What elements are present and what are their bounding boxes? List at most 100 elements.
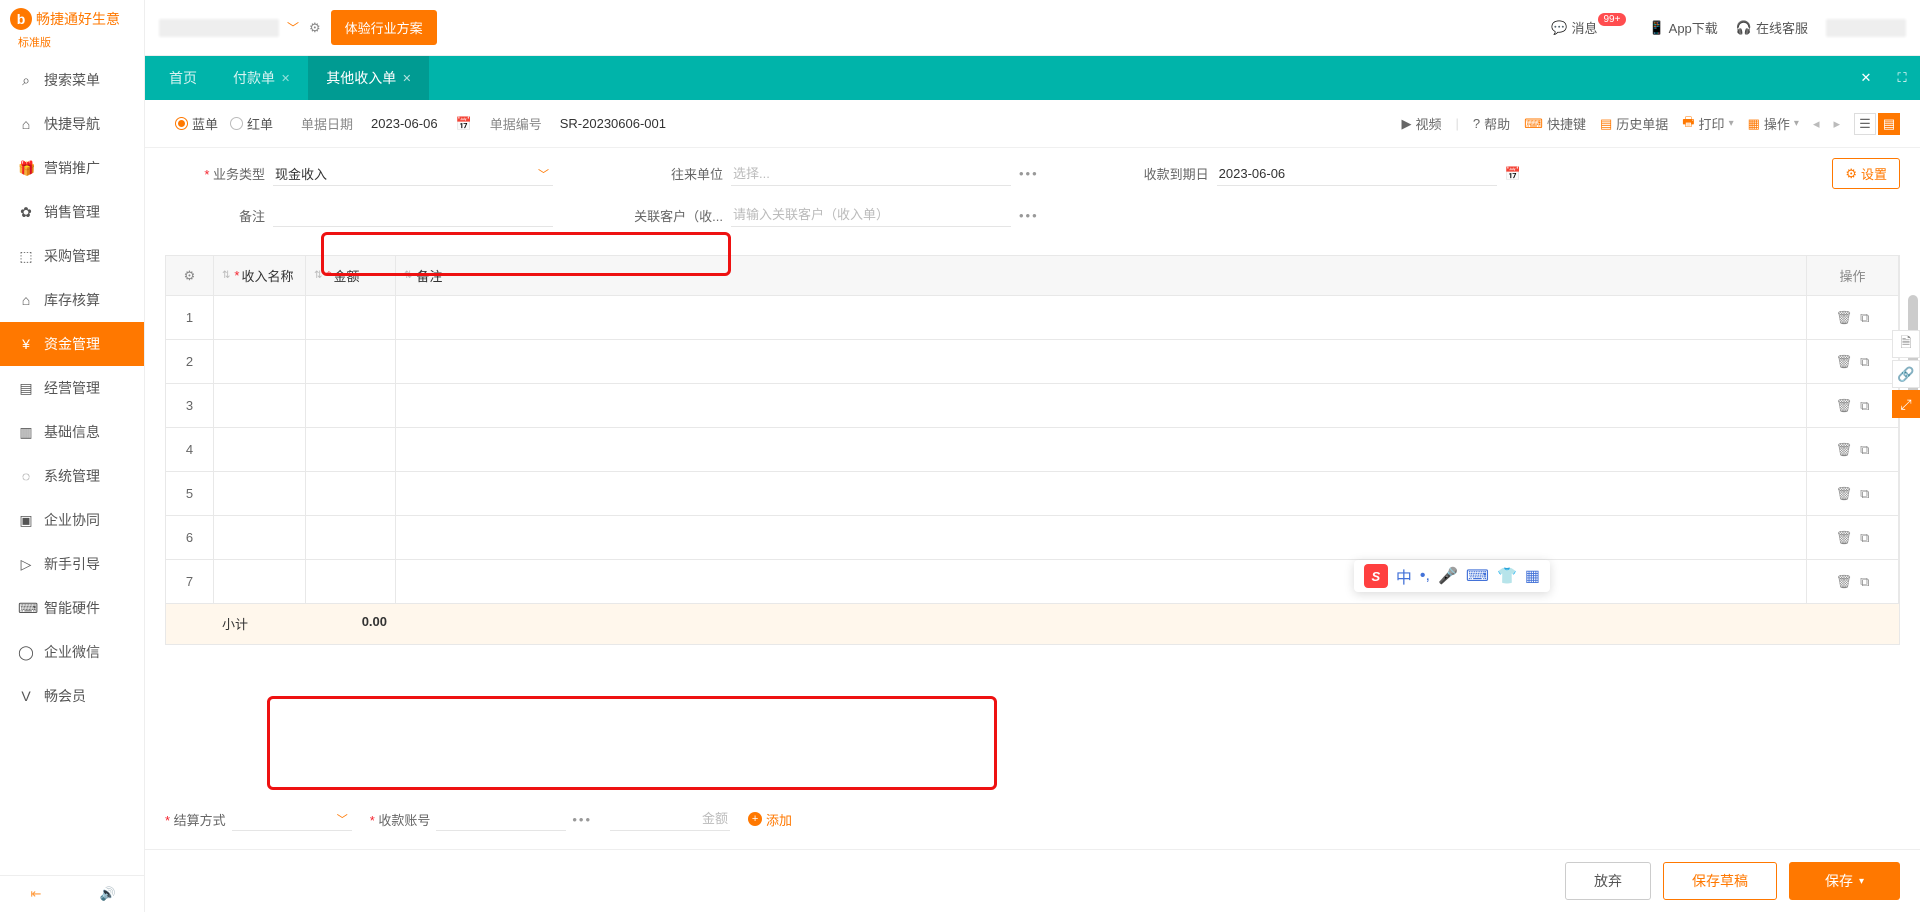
gear-icon[interactable]: ⚙ — [309, 20, 321, 36]
history-link[interactable]: ▤历史单据 — [1600, 114, 1668, 133]
shortcut-link[interactable]: ⌨快捷键 — [1524, 114, 1586, 133]
doc-date-value[interactable]: 2023-06-06 — [371, 116, 438, 131]
cell-name[interactable] — [214, 340, 306, 383]
save-draft-button[interactable]: 保存草稿 — [1663, 862, 1777, 900]
copy-icon[interactable]: ⧉ — [1860, 398, 1869, 414]
close-icon[interactable]: ✕ — [281, 72, 290, 85]
table-row[interactable]: 4🗑⧉ — [166, 428, 1899, 472]
copy-icon[interactable]: ⧉ — [1860, 530, 1869, 546]
delete-icon[interactable]: 🗑 — [1836, 442, 1853, 458]
chevron-down-icon[interactable]: ﹀ — [337, 811, 348, 827]
prev-icon[interactable]: ◂ — [1813, 116, 1820, 132]
cell-remark[interactable] — [396, 296, 1807, 339]
note-icon[interactable]: 🗎 — [1892, 330, 1920, 358]
cell-remark[interactable] — [396, 428, 1807, 471]
cell-remark[interactable] — [396, 472, 1807, 515]
settle-amt-input[interactable] — [610, 807, 730, 831]
copy-icon[interactable]: ⧉ — [1860, 442, 1869, 458]
messages-link[interactable]: 💬 消息 99+ — [1551, 18, 1630, 37]
cell-amount[interactable] — [306, 472, 396, 515]
delete-icon[interactable]: 🗑 — [1836, 486, 1853, 502]
cell-amount[interactable] — [306, 516, 396, 559]
delete-icon[interactable]: 🗑 — [1836, 310, 1853, 326]
delete-icon[interactable]: 🗑 — [1836, 398, 1853, 414]
close-icon[interactable]: ✕ — [402, 72, 411, 85]
settle-acct-input[interactable] — [436, 807, 566, 831]
more-icon[interactable]: ••• — [572, 812, 592, 827]
remark-input[interactable] — [273, 203, 553, 227]
sidebar-item-9[interactable]: ◌系统管理 — [0, 454, 144, 498]
add-settle-button[interactable]: + 添加 — [748, 810, 792, 829]
tab-0[interactable]: 首页 — [151, 56, 215, 100]
view-form-icon[interactable]: ▤ — [1878, 113, 1900, 135]
service-link[interactable]: 🎧 在线客服 — [1736, 18, 1808, 37]
cell-name[interactable] — [214, 384, 306, 427]
sidebar-item-12[interactable]: ⌨智能硬件 — [0, 586, 144, 630]
cell-name[interactable] — [214, 516, 306, 559]
sidebar-item-0[interactable]: ⌕搜索菜单 — [0, 58, 144, 102]
sidebar-item-8[interactable]: ▥基础信息 — [0, 410, 144, 454]
copy-icon[interactable]: ⧉ — [1860, 310, 1869, 326]
table-row[interactable]: 7🗑⧉ — [166, 560, 1899, 604]
cell-remark[interactable] — [396, 384, 1807, 427]
tab-close-all-icon[interactable]: ✕ — [1848, 56, 1884, 100]
cell-amount[interactable] — [306, 384, 396, 427]
col-name[interactable]: ⇅*收入名称 — [214, 256, 306, 295]
cell-amount[interactable] — [306, 560, 396, 603]
sidebar-item-1[interactable]: ⌂快捷导航 — [0, 102, 144, 146]
cell-amount[interactable] — [306, 428, 396, 471]
calendar-icon[interactable]: 📅 — [1505, 166, 1521, 182]
cell-remark[interactable] — [396, 560, 1807, 603]
account-select[interactable]: ﹀ — [159, 19, 299, 37]
link-icon[interactable]: 🔗 — [1892, 360, 1920, 388]
sidebar-sound-icon[interactable]: 🔊 — [72, 876, 144, 912]
help-link[interactable]: ?帮助 — [1473, 114, 1510, 133]
col-remark[interactable]: ⇅备注 — [396, 256, 1807, 295]
ime-skin-icon[interactable]: 👕 — [1497, 566, 1517, 586]
biztype-input[interactable] — [273, 162, 553, 186]
discard-button[interactable]: 放弃 — [1565, 862, 1651, 900]
more-icon[interactable]: ••• — [1019, 166, 1039, 181]
cell-name[interactable] — [214, 560, 306, 603]
cell-amount[interactable] — [306, 296, 396, 339]
delete-icon[interactable]: 🗑 — [1836, 530, 1853, 546]
cell-remark[interactable] — [396, 516, 1807, 559]
ime-keyboard-icon[interactable]: ⌨ — [1466, 566, 1489, 586]
relcust-input[interactable] — [731, 203, 1011, 227]
ime-mic-icon[interactable]: 🎤 — [1438, 566, 1458, 586]
ime-toolbox-icon[interactable]: ▦ — [1525, 566, 1540, 586]
ime-lang[interactable]: 中 — [1396, 564, 1412, 588]
delete-icon[interactable]: 🗑 — [1836, 354, 1853, 370]
cell-name[interactable] — [214, 472, 306, 515]
next-icon[interactable]: ▸ — [1833, 116, 1840, 132]
radio-blue[interactable]: 蓝单 — [175, 114, 218, 133]
table-row[interactable]: 1🗑⧉ — [166, 296, 1899, 340]
tab-2[interactable]: 其他收入单✕ — [308, 56, 429, 100]
ime-punct-icon[interactable]: •, — [1420, 567, 1430, 585]
sidebar-item-14[interactable]: V畅会员 — [0, 674, 144, 718]
cell-remark[interactable] — [396, 340, 1807, 383]
party-input[interactable] — [731, 162, 1011, 186]
view-list-icon[interactable]: ☰ — [1854, 113, 1876, 135]
sidebar-item-6[interactable]: ¥资金管理 — [0, 322, 144, 366]
chevron-down-icon[interactable]: ﹀ — [538, 166, 549, 182]
video-link[interactable]: ▶视频 — [1402, 114, 1442, 133]
ime-toolbar[interactable]: S 中 •, 🎤 ⌨ 👕 ▦ — [1354, 560, 1550, 592]
sidebar-item-3[interactable]: ✿销售管理 — [0, 190, 144, 234]
avatar[interactable] — [1826, 19, 1906, 37]
radio-red[interactable]: 红单 — [230, 114, 273, 133]
settings-button[interactable]: ⚙ 设置 — [1832, 158, 1900, 189]
table-row[interactable]: 6🗑⧉ — [166, 516, 1899, 560]
copy-icon[interactable]: ⧉ — [1860, 354, 1869, 370]
sidebar-item-4[interactable]: ⬚采购管理 — [0, 234, 144, 278]
sidebar-item-11[interactable]: ▷新手引导 — [0, 542, 144, 586]
expand-icon[interactable]: ⤢ — [1892, 390, 1920, 418]
tab-expand-icon[interactable]: ⛶ — [1884, 56, 1920, 100]
delete-icon[interactable]: 🗑 — [1836, 574, 1853, 590]
copy-icon[interactable]: ⧉ — [1860, 574, 1869, 590]
due-input[interactable] — [1217, 162, 1497, 186]
ops-link[interactable]: ▦操作▾ — [1748, 114, 1799, 133]
settle-method-input[interactable] — [232, 807, 352, 831]
trial-button[interactable]: 体验行业方案 — [331, 10, 437, 45]
app-download-link[interactable]: 📱 App下载 — [1648, 18, 1717, 37]
